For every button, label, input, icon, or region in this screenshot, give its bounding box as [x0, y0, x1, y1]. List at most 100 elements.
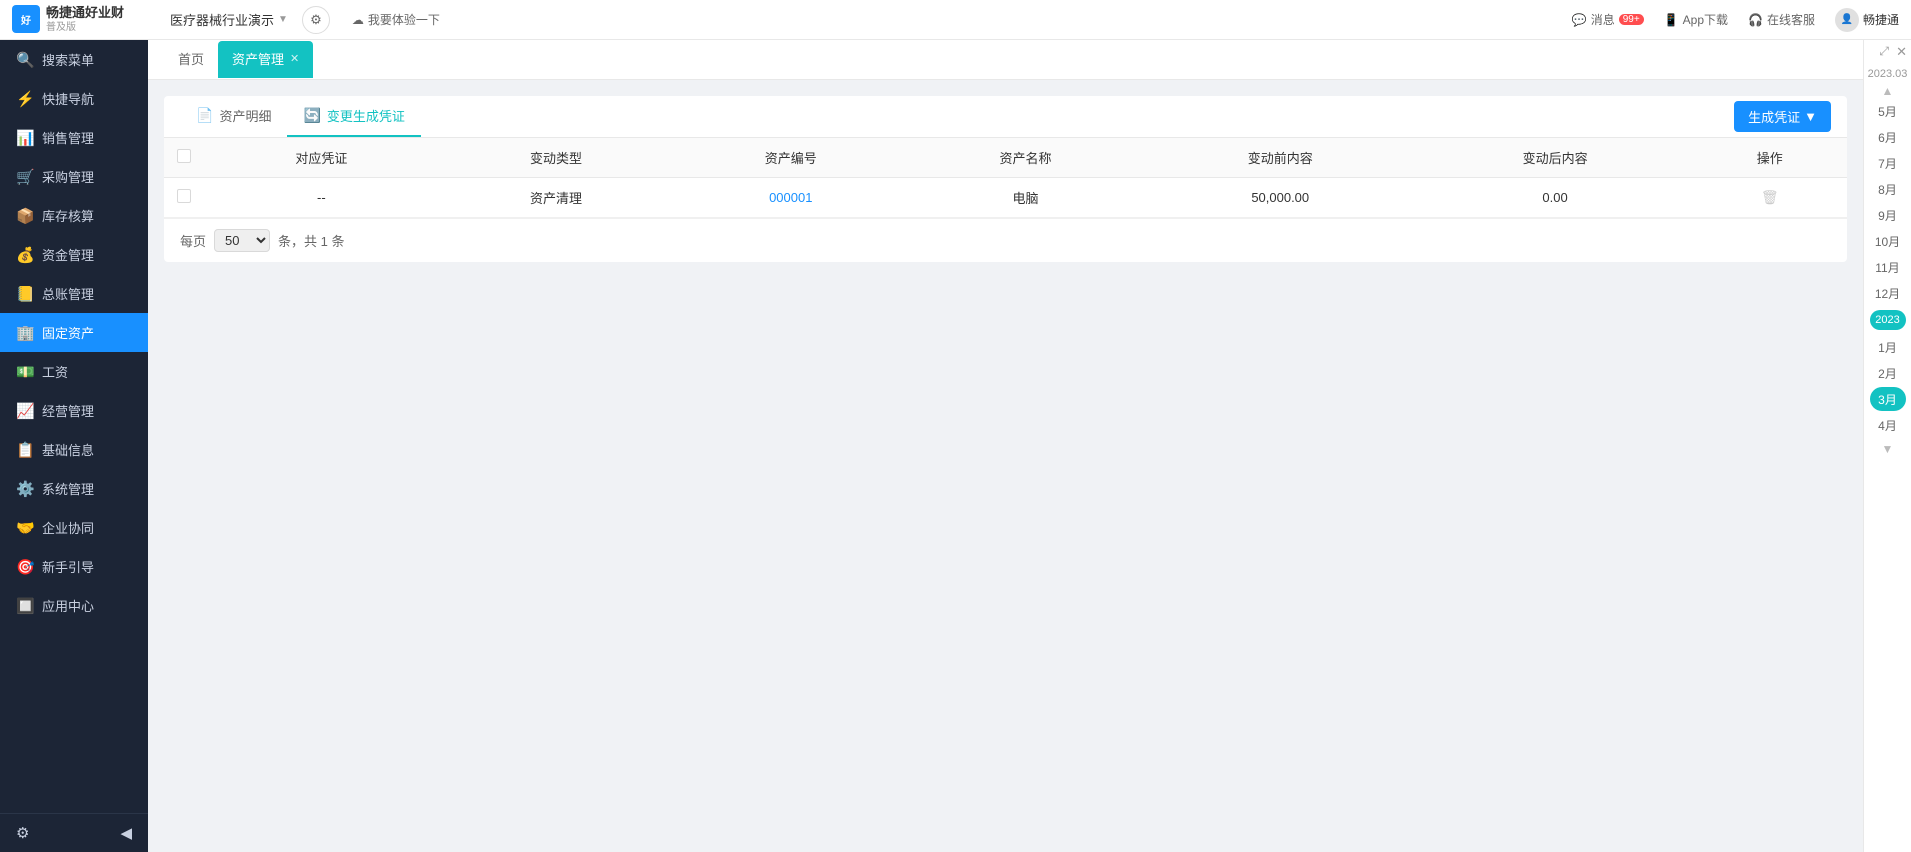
- content-area: 首页 资产管理 ✕ 📄 资产明细 🔄 变更生成凭证: [148, 40, 1863, 852]
- sidebar-item-label: 经营管理: [42, 401, 94, 420]
- th-asset-name: 资产名称: [908, 138, 1143, 178]
- page-content: 📄 资产明细 🔄 变更生成凭证 生成凭证 ▼: [148, 80, 1863, 852]
- operations-icon: 📈: [16, 402, 34, 420]
- sidebar: 🔍 搜索菜单 ⚡ 快捷导航 📊 销售管理 🛒 采购管理 📦 库存核算 💰 资金管…: [0, 40, 148, 852]
- tab-home-label: 首页: [178, 52, 204, 67]
- th-change-type: 变动类型: [439, 138, 674, 178]
- sub-tab-asset-detail-label: 资产明细: [219, 106, 271, 125]
- sidebar-collapse-icon[interactable]: ◀: [120, 824, 132, 842]
- logo-sub-text: 普及版: [46, 21, 124, 34]
- sidebar-item-basic-info[interactable]: 📋 基础信息: [0, 430, 148, 469]
- month-item-8[interactable]: 8月: [1870, 177, 1906, 201]
- row-checkbox[interactable]: [177, 189, 191, 203]
- sidebar-item-operations[interactable]: 📈 经营管理: [0, 391, 148, 430]
- month-item-1[interactable]: 1月: [1870, 335, 1906, 359]
- th-after-content: 变动后内容: [1418, 138, 1693, 178]
- sub-tabs: 📄 资产明细 🔄 变更生成凭证 生成凭证 ▼: [164, 96, 1847, 138]
- online-service-label: 在线客服: [1767, 11, 1815, 28]
- sidebar-item-payroll[interactable]: 💵 工资: [0, 352, 148, 391]
- user-name: 畅捷通: [1863, 11, 1899, 28]
- experience-button[interactable]: ☁ 我要体验一下: [342, 7, 450, 32]
- sidebar-item-quick-nav[interactable]: ⚡ 快捷导航: [0, 79, 148, 118]
- sidebar-item-cooperation[interactable]: 🤝 企业协同: [0, 508, 148, 547]
- cloud-icon: ☁: [352, 13, 364, 27]
- sidebar-item-label: 企业协同: [42, 518, 94, 537]
- user-menu[interactable]: 👤 畅捷通: [1835, 8, 1899, 32]
- footer-settings-icon[interactable]: ⚙: [16, 824, 29, 842]
- search-icon: 🔍: [16, 51, 34, 69]
- tab-home[interactable]: 首页: [164, 41, 218, 78]
- guide-icon: 🎯: [16, 558, 34, 576]
- year-2023-tag: 2023: [1870, 310, 1906, 330]
- sub-tab-asset-detail[interactable]: 📄 资产明细: [180, 96, 287, 137]
- sidebar-item-app-center[interactable]: 🔲 应用中心: [0, 586, 148, 625]
- headset-icon: 🎧: [1748, 13, 1763, 27]
- capital-icon: 💰: [16, 246, 34, 264]
- sales-icon: 📊: [16, 129, 34, 147]
- sub-tab-change-voucher-label: 变更生成凭证: [327, 106, 405, 125]
- month-item-11[interactable]: 11月: [1870, 255, 1906, 279]
- sidebar-item-fixed-assets[interactable]: 🏢 固定资产: [0, 313, 148, 352]
- sidebar-item-system[interactable]: ⚙️ 系统管理: [0, 469, 148, 508]
- tab-bar: 首页 资产管理 ✕: [148, 40, 1863, 80]
- select-all-checkbox[interactable]: [177, 149, 191, 163]
- td-asset-name: 电脑: [908, 178, 1143, 218]
- sidebar-item-label: 销售管理: [42, 128, 94, 147]
- sidebar-item-label: 搜索菜单: [42, 50, 94, 69]
- th-voucher: 对应凭证: [204, 138, 439, 178]
- page-size-select[interactable]: 50 10 20 100: [214, 229, 270, 252]
- ledger-icon: 📒: [16, 285, 34, 303]
- settings-button[interactable]: ⚙: [302, 6, 330, 34]
- delete-button[interactable]: 🗑: [1761, 189, 1779, 205]
- month-item-7[interactable]: 7月: [1870, 151, 1906, 175]
- month-item-10[interactable]: 10月: [1870, 229, 1906, 253]
- sidebar-item-search[interactable]: 🔍 搜索菜单: [0, 40, 148, 79]
- sidebar-item-label: 库存核算: [42, 206, 94, 225]
- scroll-down-icon[interactable]: ▼: [1882, 442, 1894, 456]
- th-asset-code: 资产编号: [673, 138, 908, 178]
- message-button[interactable]: 💬 消息 99+: [1572, 11, 1644, 28]
- sidebar-item-label: 应用中心: [42, 596, 94, 615]
- sidebar-item-label: 资金管理: [42, 245, 94, 264]
- sidebar-item-ledger[interactable]: 📒 总账管理: [0, 274, 148, 313]
- month-item-2[interactable]: 2月: [1870, 361, 1906, 385]
- sidebar-item-label: 固定资产: [42, 323, 94, 342]
- page-size-prefix-label: 每页: [180, 231, 206, 250]
- online-service-button[interactable]: 🎧 在线客服: [1748, 11, 1815, 28]
- sub-tab-change-voucher[interactable]: 🔄 变更生成凭证: [287, 96, 420, 137]
- payroll-icon: 💵: [16, 363, 34, 381]
- tab-close-icon[interactable]: ✕: [290, 52, 299, 65]
- month-item-9[interactable]: 9月: [1870, 203, 1906, 227]
- logo-main-text: 畅捷通好业财: [46, 5, 124, 22]
- th-checkbox: [164, 138, 204, 178]
- month-item-4[interactable]: 4月: [1870, 413, 1906, 437]
- sidebar-item-capital[interactable]: 💰 资金管理: [0, 235, 148, 274]
- company-selector[interactable]: 医疗器械行业演示 ▼: [160, 10, 298, 29]
- generate-btn-arrow: ▼: [1804, 109, 1817, 124]
- month-item-5[interactable]: 5月: [1870, 99, 1906, 123]
- panel-resize-icon[interactable]: ⤢: [1879, 44, 1889, 59]
- table-row: -- 资产清理 000001 电脑 50,000.00 0.00 🗑: [164, 178, 1847, 218]
- scroll-up-icon[interactable]: ▲: [1882, 84, 1894, 98]
- data-table: 对应凭证 变动类型 资产编号 资产名称 变动前内容 变动后内容 操作: [164, 138, 1847, 218]
- sidebar-item-sales[interactable]: 📊 销售管理: [0, 118, 148, 157]
- avatar: 👤: [1835, 8, 1859, 32]
- change-voucher-icon: 🔄: [303, 107, 320, 124]
- generate-voucher-button[interactable]: 生成凭证 ▼: [1734, 101, 1831, 132]
- sidebar-item-purchase[interactable]: 🛒 采购管理: [0, 157, 148, 196]
- message-label: 消息: [1591, 11, 1615, 28]
- tab-asset-manage[interactable]: 资产管理 ✕: [218, 41, 313, 78]
- sidebar-item-inventory[interactable]: 📦 库存核算: [0, 196, 148, 235]
- month-item-3-current[interactable]: 3月: [1870, 387, 1906, 411]
- sidebar-item-guide[interactable]: 🎯 新手引导: [0, 547, 148, 586]
- inventory-icon: 📦: [16, 207, 34, 225]
- month-item-12[interactable]: 12月: [1870, 281, 1906, 305]
- panel-close-icon[interactable]: ✕: [1896, 44, 1907, 60]
- logo-area: 好 畅捷通好业财 普及版: [12, 5, 160, 35]
- sidebar-item-label: 快捷导航: [42, 89, 94, 108]
- month-item-6[interactable]: 6月: [1870, 125, 1906, 149]
- sidebar-item-label: 工资: [42, 362, 68, 381]
- phone-icon: 📱: [1664, 13, 1679, 27]
- app-download-button[interactable]: 📱 App下载: [1664, 11, 1728, 28]
- td-action: 🗑: [1693, 178, 1848, 218]
